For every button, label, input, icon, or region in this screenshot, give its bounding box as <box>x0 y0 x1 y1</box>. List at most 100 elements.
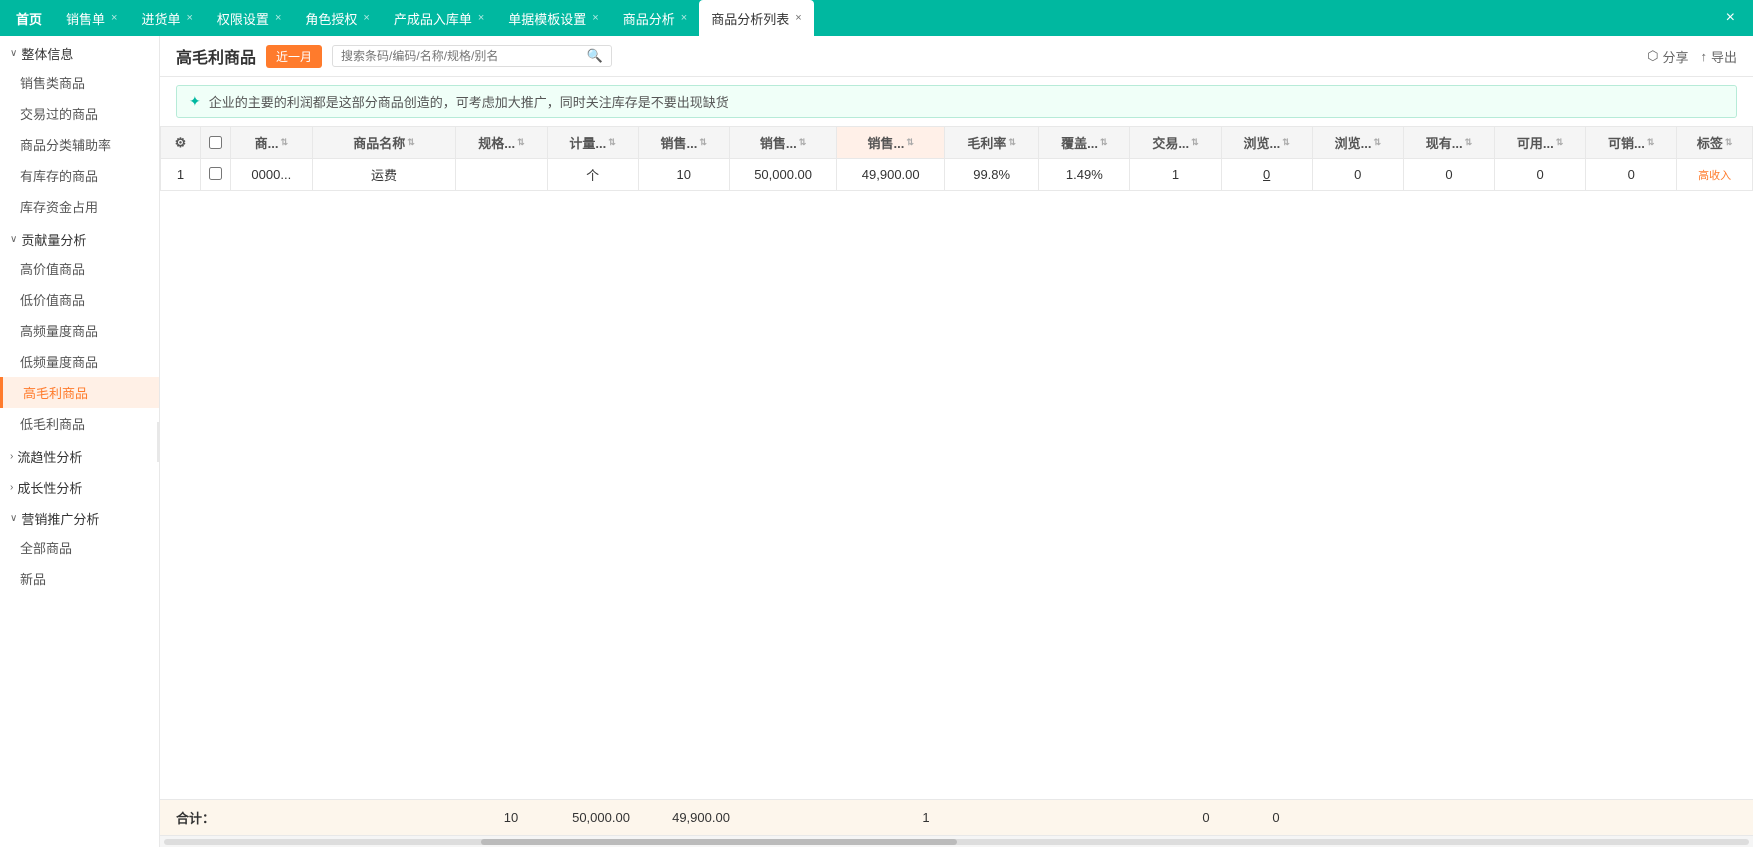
row-saleable: 0 <box>1586 159 1677 191</box>
col-tag[interactable]: 标签⇅ <box>1677 127 1753 159</box>
nav-tab-analysis-label: 商品分析 <box>623 9 675 28</box>
table-row: 1 0000... 运费 <box>161 159 1753 191</box>
col-margin-rate[interactable]: 毛利率⇅ <box>945 127 1039 159</box>
row-coverage: 1.49% <box>1039 159 1130 191</box>
nav-tab-sales[interactable]: 销售单 × <box>54 0 129 36</box>
close-sales-tab[interactable]: × <box>111 12 117 24</box>
footer-empty6 <box>961 806 1031 829</box>
col-settings[interactable]: ⚙ <box>161 127 201 159</box>
close-permission-tab[interactable]: × <box>275 12 281 24</box>
nav-tab-home-label: 首页 <box>16 9 42 28</box>
col-spec[interactable]: 规格...⇅ <box>456 127 547 159</box>
row-checkbox-cell[interactable] <box>201 159 231 191</box>
close-template-tab[interactable]: × <box>592 12 598 24</box>
search-box: 🔍 <box>332 45 612 67</box>
sidebar-item-inventory-goods[interactable]: 有库存的商品 <box>0 160 159 191</box>
horizontal-scrollbar[interactable] <box>164 839 1749 845</box>
sort-icon-unit: ⇅ <box>608 137 616 148</box>
sidebar-item-sales-goods[interactable]: 销售类商品 <box>0 67 159 98</box>
close-role-tab[interactable]: × <box>363 12 369 24</box>
nav-tab-permission[interactable]: 权限设置 × <box>205 0 293 36</box>
col-sales-qty[interactable]: 销售...⇅ <box>638 127 729 159</box>
nav-tab-home[interactable]: 首页 <box>4 0 54 36</box>
sidebar-collapse-button[interactable]: 《 <box>157 422 160 462</box>
sort-icon-available: ⇅ <box>1556 137 1564 148</box>
top-nav-right: × <box>1720 9 1749 27</box>
sidebar: 《 ∨ 整体信息 销售类商品 交易过的商品 商品分类辅助率 有库存的商品 库存资… <box>0 36 160 847</box>
top-nav: 首页 销售单 × 进货单 × 权限设置 × 角色授权 × 产成品入库单 × 单据… <box>0 0 1753 36</box>
col-browse1[interactable]: 浏览...⇅ <box>1221 127 1312 159</box>
close-purchase-tab[interactable]: × <box>186 12 192 24</box>
sidebar-item-low-value[interactable]: 低价值商品 <box>0 284 159 315</box>
nav-tab-product-import[interactable]: 产成品入库单 × <box>382 0 496 36</box>
col-coverage[interactable]: 覆盖...⇅ <box>1039 127 1130 159</box>
nav-tab-role[interactable]: 角色授权 × <box>293 0 381 36</box>
sidebar-item-inventory-ratio[interactable]: 库存资金占用 <box>0 191 159 222</box>
row-unit: 个 <box>547 159 638 191</box>
select-all-checkbox[interactable] <box>209 136 222 149</box>
sidebar-group-overall[interactable]: ∨ 整体信息 <box>0 36 159 67</box>
close-analysis-tab[interactable]: × <box>681 12 687 24</box>
footer-cells: 10 50,000.00 49,900.00 1 0 0 <box>231 806 1753 829</box>
sidebar-item-high-value[interactable]: 高价值商品 <box>0 253 159 284</box>
tag-high-income: 高收入 <box>1698 170 1731 182</box>
sidebar-item-all-goods[interactable]: 全部商品 <box>0 532 159 563</box>
row-checkbox[interactable] <box>209 167 222 180</box>
col-current[interactable]: 现有...⇅ <box>1403 127 1494 159</box>
footer-cell-empty2 <box>311 806 391 829</box>
sidebar-item-low-margin[interactable]: 低毛利商品 <box>0 408 159 439</box>
content-header: 高毛利商品 近一月 🔍 ⬡ 分享 ↑ 导出 <box>160 36 1753 77</box>
sidebar-group-growth[interactable]: › 成长性分析 <box>0 470 159 501</box>
col-sales-amt[interactable]: 销售...⇅ <box>729 127 837 159</box>
row-browse1[interactable]: 0 <box>1221 159 1312 191</box>
footer-sales-amt: 50,000.00 <box>551 806 651 829</box>
sidebar-group-trend[interactable]: › 流趋性分析 <box>0 439 159 470</box>
export-button[interactable]: ↑ 导出 <box>1700 47 1737 66</box>
browse1-link[interactable]: 0 <box>1263 167 1270 182</box>
row-num: 1 <box>161 159 201 191</box>
close-window-button[interactable]: × <box>1720 9 1741 27</box>
share-button[interactable]: ⬡ 分享 <box>1647 47 1688 66</box>
filter-recent-month-button[interactable]: 近一月 <box>266 45 322 68</box>
col-saleable[interactable]: 可销...⇅ <box>1586 127 1677 159</box>
nav-tab-template[interactable]: 单据模板设置 × <box>496 0 610 36</box>
col-name[interactable]: 商品名称⇅ <box>312 127 456 159</box>
footer-label: 合计： <box>160 808 231 827</box>
row-spec <box>456 159 547 191</box>
alert-bar: ✦ 企业的主要的利润都是这部分商品创造的，可考虑加大推广，同时关注库存是不要出现… <box>176 85 1737 118</box>
col-sales-cost[interactable]: 销售...⇅ <box>837 127 945 159</box>
footer-empty7 <box>1031 806 1101 829</box>
nav-tab-purchase[interactable]: 进货单 × <box>129 0 204 36</box>
footer-empty5 <box>821 806 891 829</box>
main-layout: 《 ∨ 整体信息 销售类商品 交易过的商品 商品分类辅助率 有库存的商品 库存资… <box>0 36 1753 847</box>
nav-tab-analysis[interactable]: 商品分析 × <box>611 0 699 36</box>
nav-tab-analysis-list[interactable]: 商品分析列表 × <box>699 0 813 36</box>
sidebar-item-high-freq[interactable]: 高频量度商品 <box>0 315 159 346</box>
col-code[interactable]: 商...⇅ <box>231 127 313 159</box>
sidebar-item-low-freq[interactable]: 低频量度商品 <box>0 346 159 377</box>
close-analysis-list-tab[interactable]: × <box>795 12 801 24</box>
scrollbar-area <box>160 835 1753 847</box>
col-available[interactable]: 可用...⇅ <box>1495 127 1586 159</box>
col-checkbox[interactable] <box>201 127 231 159</box>
sidebar-item-high-margin[interactable]: 高毛利商品 <box>0 377 159 408</box>
sidebar-item-traded-goods[interactable]: 交易过的商品 <box>0 98 159 129</box>
search-icon[interactable]: 🔍 <box>587 48 603 64</box>
search-input[interactable] <box>341 49 587 63</box>
sidebar-item-new-goods[interactable]: 新品 <box>0 563 159 594</box>
close-product-import-tab[interactable]: × <box>478 12 484 24</box>
page-title: 高毛利商品 <box>176 44 256 68</box>
footer-cell-empty3 <box>391 806 471 829</box>
footer-sales-qty: 10 <box>471 806 551 829</box>
sort-icon-spec: ⇅ <box>517 137 525 148</box>
scrollbar-thumb[interactable] <box>481 839 957 845</box>
nav-tab-product-import-label: 产成品入库单 <box>394 9 472 28</box>
row-name: 运费 <box>312 159 456 191</box>
col-transaction[interactable]: 交易...⇅ <box>1130 127 1221 159</box>
sidebar-item-analysis-assist[interactable]: 商品分类辅助率 <box>0 129 159 160</box>
sidebar-group-marketing[interactable]: ∨ 营销推广分析 <box>0 501 159 532</box>
col-unit[interactable]: 计量...⇅ <box>547 127 638 159</box>
sidebar-group-profit[interactable]: ∨ 贡献量分析 <box>0 222 159 253</box>
col-browse2[interactable]: 浏览...⇅ <box>1312 127 1403 159</box>
content-area: 高毛利商品 近一月 🔍 ⬡ 分享 ↑ 导出 ✦ 企业的主要的利润都是这部分商品创… <box>160 36 1753 847</box>
